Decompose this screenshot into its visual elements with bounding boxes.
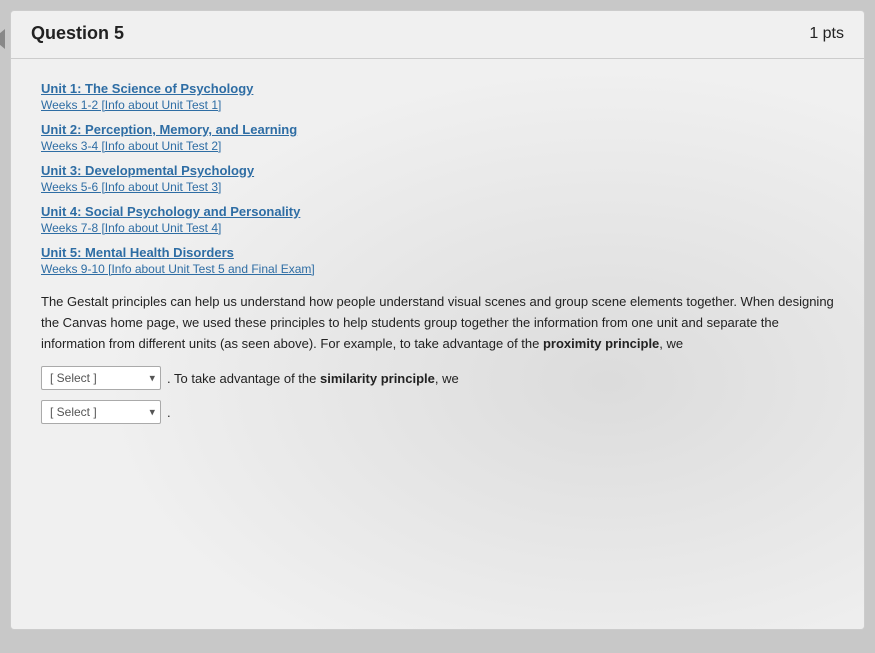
select-wrapper-2[interactable]: [ Select ] (41, 400, 161, 424)
header-divider (11, 58, 864, 59)
question-title: Question 5 (31, 23, 124, 44)
unit-section-4: Unit 4: Social Psychology and Personalit… (41, 204, 834, 235)
select-dropdown-2[interactable]: [ Select ] (41, 400, 161, 424)
select-label-bold2: similarity principle (320, 371, 435, 386)
nav-arrow (0, 29, 5, 49)
unit-section-3: Unit 3: Developmental Psychology Weeks 5… (41, 163, 834, 194)
unit-3-title: Unit 3: Developmental Psychology (41, 163, 834, 178)
unit-2-title: Unit 2: Perception, Memory, and Learning (41, 122, 834, 137)
unit-5-weeks: Weeks 9-10 [Info about Unit Test 5 and F… (41, 262, 834, 276)
question-card: Question 5 1 pts Unit 1: The Science of … (10, 10, 865, 630)
unit-4-weeks: Weeks 7-8 [Info about Unit Test 4] (41, 221, 834, 235)
unit-1-title: Unit 1: The Science of Psychology (41, 81, 834, 96)
unit-3-weeks: Weeks 5-6 [Info about Unit Test 3] (41, 180, 834, 194)
unit-2-weeks: Weeks 3-4 [Info about Unit Test 2] (41, 139, 834, 153)
unit-section-1: Unit 1: The Science of Psychology Weeks … (41, 81, 834, 112)
question-header: Question 5 1 pts (11, 11, 864, 54)
description-part1: The Gestalt principles can help us under… (41, 294, 834, 351)
unit-section-5: Unit 5: Mental Health Disorders Weeks 9-… (41, 245, 834, 276)
select-wrapper-1[interactable]: [ Select ] (41, 366, 161, 390)
unit-section-2: Unit 2: Perception, Memory, and Learning… (41, 122, 834, 153)
question-points: 1 pts (809, 25, 844, 43)
select-label-part4: , we (435, 371, 459, 386)
description-bold1: proximity principle (543, 336, 659, 351)
unit-1-weeks: Weeks 1-2 [Info about Unit Test 1] (41, 98, 834, 112)
unit-5-title: Unit 5: Mental Health Disorders (41, 245, 834, 260)
select-label-2: . (167, 405, 171, 420)
select-label-part3: . To take advantage of the (167, 371, 320, 386)
description-text: The Gestalt principles can help us under… (41, 292, 834, 354)
select-row-2: [ Select ] . (41, 400, 834, 424)
unit-4-title: Unit 4: Social Psychology and Personalit… (41, 204, 834, 219)
question-body: Unit 1: The Science of Psychology Weeks … (11, 71, 864, 454)
description-part2: , we (659, 336, 683, 351)
select-row-1: [ Select ] . To take advantage of the si… (41, 366, 834, 390)
select-label-1: . To take advantage of the similarity pr… (167, 371, 459, 386)
select-dropdown-1[interactable]: [ Select ] (41, 366, 161, 390)
